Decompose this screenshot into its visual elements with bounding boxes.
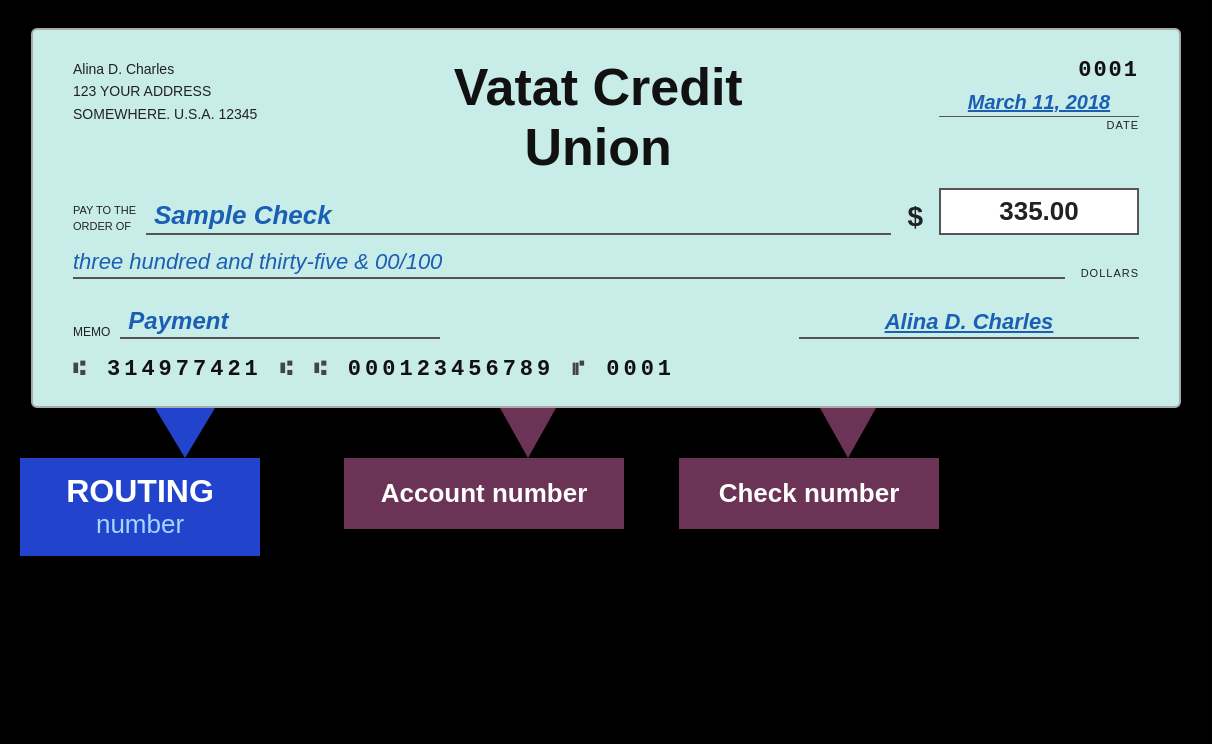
- pay-to-order-row: PAY TO THE ORDER OF Sample Check $ 335.0…: [73, 188, 1139, 235]
- bank-name: Vatat Credit Union: [257, 58, 939, 178]
- micr-account-open: ⑆: [314, 358, 330, 381]
- micr-account-number: 000123456789: [348, 357, 554, 382]
- memo-label: MEMO: [73, 325, 110, 339]
- dollars-label: DOLLARS: [1081, 267, 1139, 279]
- address-block: Alina D. Charles 123 YOUR ADDRESS SOMEWH…: [73, 58, 257, 125]
- dollar-sign: $: [907, 201, 923, 235]
- memo-row: MEMO Payment Alina D. Charles: [73, 307, 1139, 339]
- amount-box: 335.00: [939, 188, 1139, 235]
- memo-line: Payment: [120, 307, 440, 339]
- signature-area: Alina D. Charles: [440, 309, 1139, 339]
- date-value: March 11, 2018: [939, 91, 1139, 117]
- labels-section: ROUTING number Account number Check numb…: [0, 408, 1212, 578]
- micr-routing-number: 314977421: [107, 357, 262, 382]
- micr-check-number: 0001: [606, 357, 675, 382]
- micr-account-close: ⑈: [572, 358, 588, 381]
- owner-name: Alina D. Charles: [73, 61, 174, 77]
- routing-label-sub: number: [48, 509, 232, 540]
- routing-badge: ROUTING number: [20, 458, 260, 556]
- check-number-badge: Check number: [679, 458, 939, 529]
- account-arrow: [500, 408, 556, 458]
- check-number-arrow: [820, 408, 876, 458]
- check-document: Alina D. Charles 123 YOUR ADDRESS SOMEWH…: [31, 28, 1181, 408]
- account-number-label: Account number: [381, 478, 588, 508]
- signature-line: Alina D. Charles: [799, 309, 1139, 339]
- routing-arrow: [155, 408, 215, 458]
- amount-words: three hundred and thirty-five & 00/100: [73, 249, 1065, 279]
- payee-line: Sample Check: [146, 200, 891, 235]
- account-number-badge: Account number: [344, 458, 624, 529]
- check-number-top: 0001: [1078, 58, 1139, 83]
- amount-words-row: three hundred and thirty-five & 00/100 D…: [73, 249, 1139, 279]
- address-line1: 123 YOUR ADDRESS: [73, 83, 211, 99]
- pay-label: PAY TO THE ORDER OF: [73, 202, 136, 235]
- micr-routing-close: ⑆: [280, 358, 296, 381]
- payee-name: Sample Check: [154, 200, 332, 230]
- memo-value: Payment: [128, 307, 228, 334]
- date-label: DATE: [1106, 119, 1139, 131]
- amount-value: 335.00: [999, 196, 1079, 226]
- address-line2: SOMEWHERE. U.S.A. 12345: [73, 106, 257, 122]
- signature-value: Alina D. Charles: [885, 309, 1054, 334]
- check-number-label: Check number: [719, 478, 900, 508]
- micr-routing-open: ⑆: [73, 358, 89, 381]
- micr-row: ⑆ 314977421 ⑆ ⑆ 000123456789 ⑈ 0001: [73, 357, 1139, 382]
- routing-label-main: ROUTING: [48, 474, 232, 509]
